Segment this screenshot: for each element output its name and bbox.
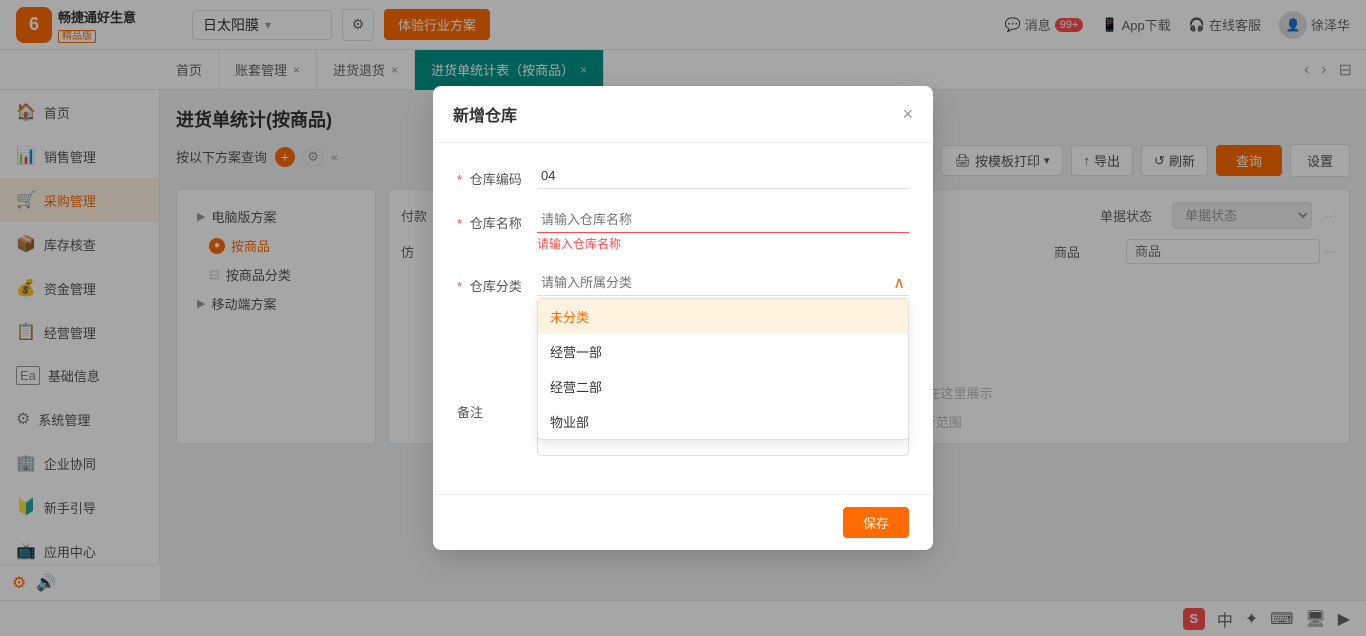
form-row-code: * 仓库编码 (457, 163, 909, 189)
code-label: * 仓库编码 (457, 163, 537, 188)
form-row-category: * 仓库分类 ∧ 未分类 经营一部 经营二部 物业部 (457, 270, 909, 296)
name-input-wrapper: 请输入仓库名称 (537, 207, 909, 252)
modal-body: * 仓库编码 * 仓库名称 请输入仓库名称 (433, 143, 933, 494)
modal-footer: 保存 (433, 494, 933, 550)
save-button[interactable]: 保存 (843, 507, 909, 538)
form-row-name: * 仓库名称 请输入仓库名称 (457, 207, 909, 252)
name-label: * 仓库名称 (457, 207, 537, 232)
modal-title: 新增仓库 (453, 102, 517, 126)
code-input-wrapper (537, 163, 909, 189)
category-label: * 仓库分类 (457, 270, 537, 295)
dropdown-item-dept3[interactable]: 物业部 (538, 404, 908, 439)
category-input[interactable] (537, 270, 909, 296)
category-dropdown: 未分类 经营一部 经营二部 物业部 (537, 298, 909, 440)
category-arrow-icon[interactable]: ∧ (893, 273, 905, 293)
modal-header: 新增仓库 × (433, 86, 933, 143)
modal-overlay: 新增仓库 × * 仓库编码 * 仓库名称 (0, 0, 1366, 636)
add-warehouse-modal: 新增仓库 × * 仓库编码 * 仓库名称 (433, 86, 933, 550)
code-input[interactable] (537, 163, 909, 189)
dropdown-item-dept2[interactable]: 经营二部 (538, 369, 908, 404)
name-input[interactable] (537, 207, 909, 233)
note-label: 备注 (457, 396, 537, 421)
modal-close-button[interactable]: × (902, 105, 913, 123)
dropdown-item-dept1[interactable]: 经营一部 (538, 334, 908, 369)
category-select-wrapper: ∧ 未分类 经营一部 经营二部 物业部 (537, 270, 909, 296)
dropdown-item-uncategorized[interactable]: 未分类 (538, 299, 908, 334)
name-error-message: 请输入仓库名称 (537, 235, 909, 252)
